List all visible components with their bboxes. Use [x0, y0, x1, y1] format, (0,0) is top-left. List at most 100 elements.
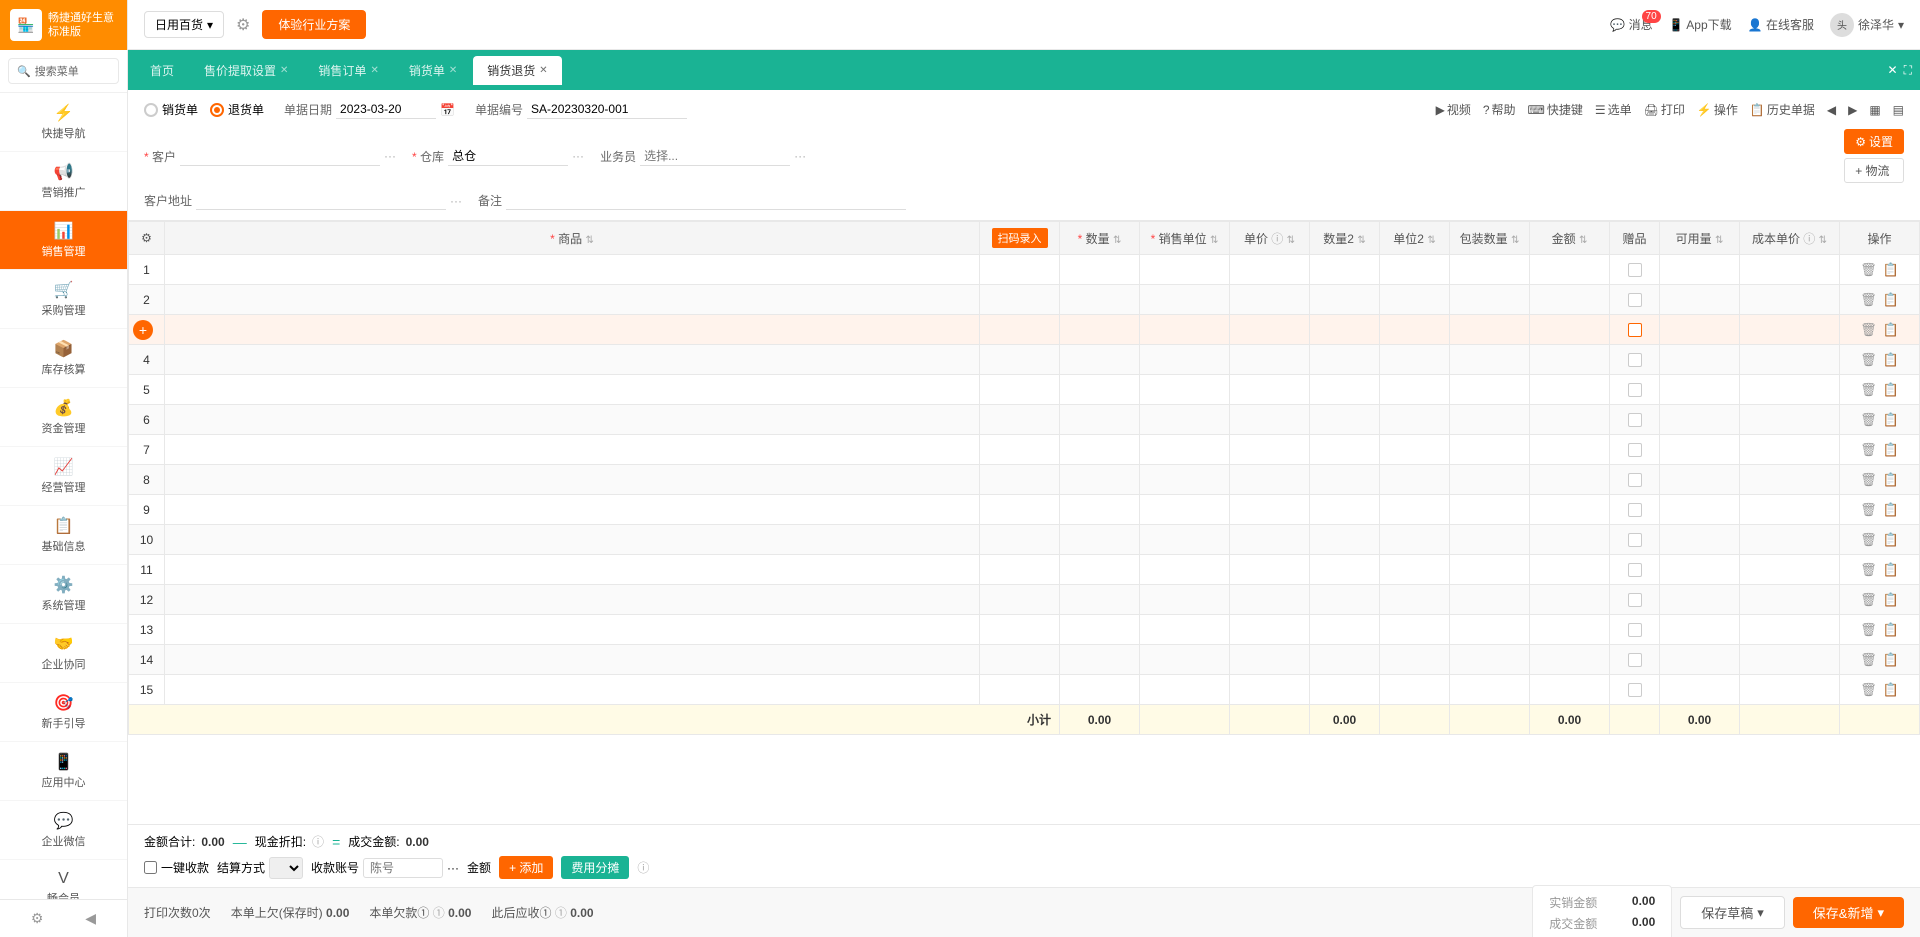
- select-order-link[interactable]: ☰ 选单: [1595, 101, 1632, 118]
- sidebar-item-sales-mgmt[interactable]: 📊 销售管理: [0, 211, 127, 270]
- row-copy-button[interactable]: 📋: [1883, 682, 1899, 698]
- operate-link[interactable]: ⚡ 操作: [1697, 101, 1738, 118]
- row-delete-button[interactable]: 🗑: [1860, 442, 1877, 458]
- row-1-pkg-qty[interactable]: [1450, 255, 1530, 285]
- row-copy-button[interactable]: 📋: [1883, 412, 1899, 428]
- radio-sales[interactable]: 销货单: [144, 101, 198, 118]
- sidebar-item-operations[interactable]: 📈 经营管理: [0, 447, 127, 506]
- tab-sales-return[interactable]: 销货退货 ✕: [473, 56, 561, 85]
- goods-sort-icon[interactable]: ⇅: [585, 235, 593, 246]
- remark-input[interactable]: [506, 191, 906, 210]
- row-copy-button[interactable]: 📋: [1883, 532, 1899, 548]
- sidebar-item-guide[interactable]: 🎯 新手引导: [0, 683, 127, 742]
- date-input[interactable]: [336, 100, 436, 119]
- row-1-copy-button[interactable]: 📋: [1883, 262, 1899, 278]
- row-1-unit2[interactable]: [1380, 255, 1450, 285]
- row-2-unit2[interactable]: [1380, 285, 1450, 315]
- sidebar-item-purchase-mgmt[interactable]: 🛒 采购管理: [0, 270, 127, 329]
- grid-view-icon[interactable]: ▦: [1869, 103, 1880, 117]
- row-delete-button[interactable]: 🗑: [1860, 502, 1877, 518]
- customer-select-dots[interactable]: ···: [384, 149, 396, 163]
- row-3-qty[interactable]: [1060, 315, 1140, 345]
- add-row-button[interactable]: +: [133, 320, 153, 340]
- row-3-unit-price[interactable]: [1230, 315, 1310, 345]
- row-1-qty[interactable]: [1060, 255, 1140, 285]
- tab-close-sales-return[interactable]: ✕: [539, 65, 547, 76]
- row-copy-button[interactable]: 📋: [1883, 472, 1899, 488]
- app-download-button[interactable]: 📱 App下载: [1669, 16, 1732, 33]
- online-service-button[interactable]: 👤 在线客服: [1748, 16, 1814, 33]
- row-3-qty2[interactable]: [1310, 315, 1380, 345]
- search-menu-button[interactable]: 🔍 搜索菜单: [8, 58, 119, 84]
- tab-close-price-setup[interactable]: ✕: [280, 65, 288, 76]
- account-input[interactable]: [363, 858, 443, 878]
- sidebar-item-system[interactable]: ⚙️ 系统管理: [0, 565, 127, 624]
- tab-sales-order[interactable]: 销售订单 ✕: [304, 56, 392, 85]
- row-delete-button[interactable]: 🗑: [1860, 682, 1877, 698]
- row-delete-button[interactable]: 🗑: [1860, 652, 1877, 668]
- one-click-pay-input[interactable]: [144, 861, 157, 874]
- row-copy-button[interactable]: 📋: [1883, 352, 1899, 368]
- module-select[interactable]: 日用百货 ▾: [144, 11, 224, 38]
- row-3-copy-button[interactable]: 📋: [1883, 322, 1899, 338]
- tab-sales-delivery[interactable]: 销货单 ✕: [395, 56, 471, 85]
- topbar-settings-icon[interactable]: ⚙: [236, 15, 250, 35]
- tab-maximize-icon[interactable]: ⛶: [1904, 63, 1912, 78]
- row-2-qty2[interactable]: [1310, 285, 1380, 315]
- row-1-goods[interactable]: [165, 255, 980, 285]
- row-3-unit2[interactable]: [1380, 315, 1450, 345]
- amount-sort-icon[interactable]: ⇅: [1579, 235, 1587, 246]
- th-settings-icon[interactable]: ⚙: [141, 231, 152, 245]
- sidebar-item-vip[interactable]: V 畅会员: [0, 860, 127, 899]
- discount-info-icon[interactable]: ⓘ: [312, 833, 324, 850]
- scan-button[interactable]: 扫码录入: [992, 228, 1048, 248]
- row-2-available[interactable]: [1660, 285, 1740, 315]
- tab-home[interactable]: 首页: [136, 56, 188, 85]
- should-collect-info-icon[interactable]: ①: [555, 906, 567, 920]
- tab-close-sales-delivery[interactable]: ✕: [449, 65, 457, 76]
- split-info-icon[interactable]: ⓘ: [637, 859, 649, 876]
- tab-close-sales-order[interactable]: ✕: [370, 65, 378, 76]
- unit-sort-icon[interactable]: ⇅: [1210, 235, 1218, 246]
- row-2-pkg-qty[interactable]: [1450, 285, 1530, 315]
- row-delete-button[interactable]: 🗑: [1860, 562, 1877, 578]
- sidebar-collapse-button[interactable]: ◀: [85, 910, 96, 927]
- sidebar-item-app-center[interactable]: 📱 应用中心: [0, 742, 127, 801]
- row-3-goods[interactable]: [165, 315, 980, 345]
- print-link[interactable]: 🖨 打印: [1644, 101, 1685, 118]
- row-delete-button[interactable]: 🗑: [1860, 532, 1877, 548]
- save-draft-button[interactable]: 保存草稿 ▾: [1680, 896, 1785, 929]
- unit2-sort-icon[interactable]: ⇅: [1427, 235, 1435, 246]
- shortcut-link[interactable]: ⌨ 快捷键: [1528, 101, 1583, 118]
- row-1-unit-price[interactable]: [1230, 255, 1310, 285]
- row-2-unit-price[interactable]: [1230, 285, 1310, 315]
- add-payment-button[interactable]: + 添加: [499, 856, 553, 879]
- row-delete-button[interactable]: 🗑: [1860, 592, 1877, 608]
- next-record-button[interactable]: ▶: [1848, 103, 1857, 117]
- experience-plan-button[interactable]: 体验行业方案: [262, 10, 366, 39]
- salesperson-input[interactable]: [640, 147, 790, 166]
- logistics-button[interactable]: + 物流: [1844, 158, 1904, 183]
- row-2-delete-button[interactable]: 🗑: [1860, 292, 1877, 308]
- row-copy-button[interactable]: 📋: [1883, 382, 1899, 398]
- sidebar-item-quick-nav[interactable]: ⚡ 快捷导航: [0, 93, 127, 152]
- row-delete-button[interactable]: 🗑: [1860, 382, 1877, 398]
- row-copy-button[interactable]: 📋: [1883, 592, 1899, 608]
- prev-record-button[interactable]: ◀: [1827, 103, 1836, 117]
- row-2-qty[interactable]: [1060, 285, 1140, 315]
- tab-close-all-icon[interactable]: ✕: [1888, 63, 1898, 78]
- sidebar-item-basic-info[interactable]: 📋 基础信息: [0, 506, 127, 565]
- row-3-unit[interactable]: [1140, 315, 1230, 345]
- qty-sort-icon[interactable]: ⇅: [1113, 235, 1121, 246]
- settings-button[interactable]: ⚙ 设置: [1844, 129, 1904, 154]
- unit-price-sort-icon[interactable]: ⇅: [1287, 235, 1295, 246]
- split-expense-button[interactable]: 费用分摊: [561, 856, 629, 879]
- row-2-unit[interactable]: [1140, 285, 1230, 315]
- calendar-icon[interactable]: 📅: [440, 103, 455, 117]
- customer-input[interactable]: [180, 147, 380, 166]
- row-3-amount[interactable]: [1530, 315, 1610, 345]
- warehouse-select-dots[interactable]: ···: [572, 149, 584, 163]
- row-copy-button[interactable]: 📋: [1883, 442, 1899, 458]
- row-delete-button[interactable]: 🗑: [1860, 352, 1877, 368]
- row-3-available[interactable]: [1660, 315, 1740, 345]
